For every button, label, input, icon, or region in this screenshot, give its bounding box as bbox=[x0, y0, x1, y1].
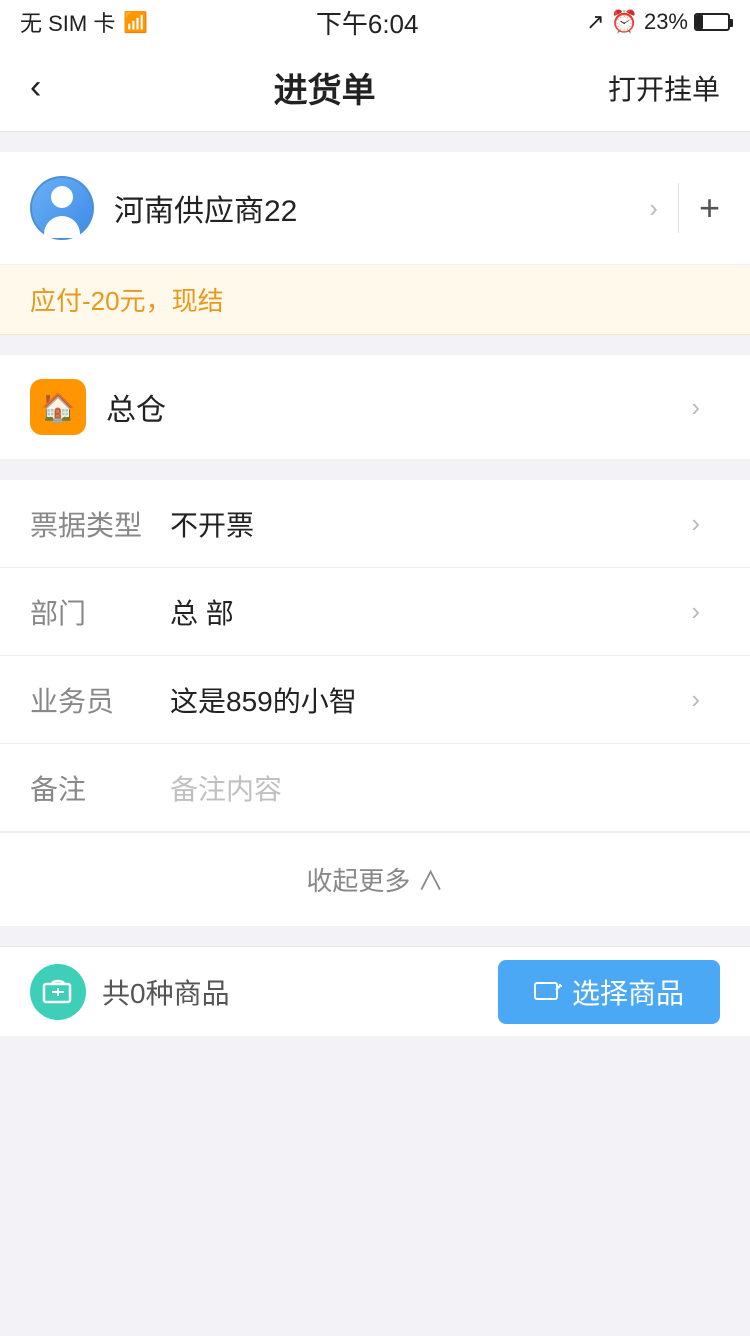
warehouse-icon: 🏠 bbox=[41, 391, 76, 424]
nav-bar: ‹ 进货单 打开挂单 bbox=[0, 44, 750, 132]
select-goods-button[interactable]: 选择商品 bbox=[498, 960, 720, 1024]
add-supplier-button[interactable]: + bbox=[699, 187, 720, 229]
status-right: ↗ ⏰ 23% bbox=[586, 9, 730, 35]
status-bar: 无 SIM 卡 📶 下午6:04 ↗ ⏰ 23% bbox=[0, 0, 750, 44]
status-time: 下午6:04 bbox=[316, 4, 419, 41]
back-button[interactable]: ‹ bbox=[30, 68, 41, 107]
sales-value: 这是859的小智 bbox=[170, 680, 691, 720]
sales-label: 业务员 bbox=[30, 680, 170, 720]
remark-row[interactable]: 备注 备注内容 bbox=[0, 744, 750, 832]
warehouse-chevron-icon: › bbox=[691, 392, 700, 423]
open-pending-button[interactable]: 打开挂单 bbox=[608, 68, 720, 108]
page-title: 进货单 bbox=[274, 63, 376, 112]
avatar-body bbox=[44, 216, 80, 238]
warehouse-section: 🏠 总仓 › bbox=[0, 355, 750, 460]
select-goods-icon bbox=[534, 980, 562, 1004]
alarm-icon: ⏰ bbox=[611, 9, 638, 35]
dept-label: 部门 bbox=[30, 592, 170, 632]
sales-chevron-icon: › bbox=[691, 684, 700, 715]
goods-count-text: 共0种商品 bbox=[102, 972, 230, 1012]
supplier-section: 河南供应商22 › + 应付-20元，现结 bbox=[0, 152, 750, 335]
invoice-row[interactable]: 票据类型 不开票 › bbox=[0, 480, 750, 568]
supplier-row[interactable]: 河南供应商22 › + bbox=[0, 152, 750, 265]
section-gap-3 bbox=[0, 460, 750, 480]
dept-chevron-icon: › bbox=[691, 596, 700, 627]
goods-icon-wrap bbox=[30, 964, 86, 1020]
supplier-avatar bbox=[30, 176, 94, 240]
section-gap-2 bbox=[0, 335, 750, 355]
remark-placeholder: 备注内容 bbox=[170, 768, 720, 808]
invoice-value: 不开票 bbox=[170, 504, 691, 544]
cart-icon bbox=[42, 978, 74, 1006]
dept-value: 总 部 bbox=[170, 592, 691, 632]
notice-text: 应付-20元，现结 bbox=[30, 286, 224, 316]
status-left: 无 SIM 卡 📶 bbox=[20, 6, 148, 38]
section-gap-1 bbox=[0, 132, 750, 152]
warehouse-row[interactable]: 🏠 总仓 › bbox=[0, 355, 750, 460]
bottom-bar: 共0种商品 选择商品 bbox=[0, 946, 750, 1036]
supplier-name: 河南供应商22 bbox=[114, 186, 649, 230]
notice-bar: 应付-20元，现结 bbox=[0, 265, 750, 335]
sales-row[interactable]: 业务员 这是859的小智 › bbox=[0, 656, 750, 744]
goods-info: 共0种商品 bbox=[30, 964, 230, 1020]
location-icon: ↗ bbox=[586, 9, 604, 35]
invoice-label: 票据类型 bbox=[30, 504, 170, 544]
battery-text: 23% bbox=[644, 9, 688, 35]
select-goods-label: 选择商品 bbox=[572, 972, 684, 1012]
battery-icon bbox=[694, 13, 730, 31]
invoice-chevron-icon: › bbox=[691, 508, 700, 539]
supplier-chevron-icon: › bbox=[649, 193, 658, 224]
collapse-button[interactable]: 收起更多 ∧ bbox=[0, 832, 750, 926]
wifi-icon: 📶 bbox=[123, 10, 148, 35]
gray-fill-area bbox=[0, 1036, 750, 1336]
carrier-text: 无 SIM 卡 bbox=[20, 6, 115, 38]
warehouse-icon-wrap: 🏠 bbox=[30, 379, 86, 435]
avatar-inner bbox=[32, 178, 92, 238]
dept-row[interactable]: 部门 总 部 › bbox=[0, 568, 750, 656]
collapse-label: 收起更多 ∧ bbox=[306, 866, 443, 896]
warehouse-name: 总仓 bbox=[106, 385, 691, 429]
form-section: 票据类型 不开票 › 部门 总 部 › 业务员 这是859的小智 › 备注 备注… bbox=[0, 480, 750, 926]
supplier-divider bbox=[678, 183, 679, 233]
remark-label: 备注 bbox=[30, 768, 170, 808]
avatar-head bbox=[51, 186, 73, 208]
section-gap-4 bbox=[0, 926, 750, 946]
